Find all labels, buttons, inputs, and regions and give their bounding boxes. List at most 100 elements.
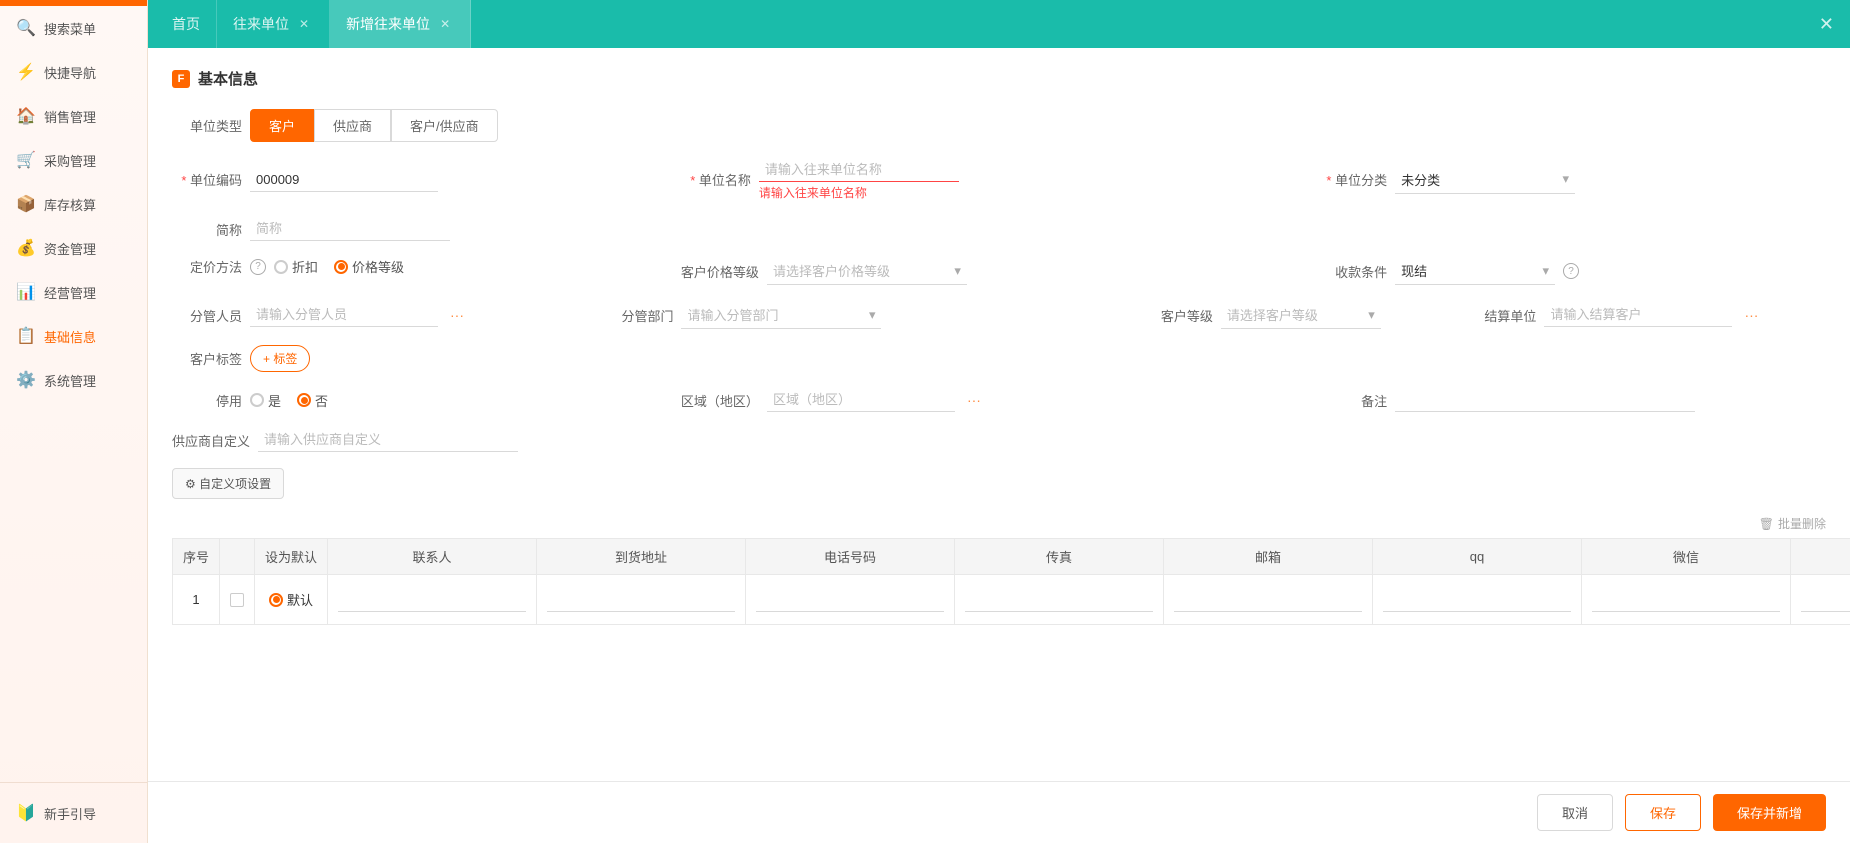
unit-type-label: 单位类型 bbox=[172, 116, 242, 135]
tab-new-partner-close[interactable]: ✕ bbox=[436, 15, 454, 33]
region-more-btn[interactable]: ··· bbox=[963, 392, 985, 408]
custom-settings-button[interactable]: ⚙ 自定义项设置 bbox=[172, 468, 284, 499]
code-name-category-row: 单位编码 单位名称 请输入往来单位名称 单位分类 未分类 ▾ bbox=[172, 158, 1826, 201]
sidebar-item-sales[interactable]: 🏠 销售管理 bbox=[0, 94, 147, 138]
save-new-button[interactable]: 保存并新增 bbox=[1713, 794, 1826, 831]
wechat-input[interactable] bbox=[1592, 588, 1780, 612]
sidebar-item-label: 快捷导航 bbox=[44, 63, 96, 82]
row-email[interactable] bbox=[1164, 575, 1373, 625]
sidebar-item-system[interactable]: ⚙️ 系统管理 bbox=[0, 358, 147, 402]
cancel-button[interactable]: 取消 bbox=[1537, 794, 1613, 831]
customer-tags-label: 客户标签 bbox=[172, 349, 242, 368]
pricing-level-option[interactable]: 价格等级 bbox=[334, 257, 404, 276]
row-wechat[interactable] bbox=[1582, 575, 1791, 625]
payment-terms-select[interactable]: 现结 ▾ bbox=[1395, 257, 1555, 285]
row-default-radio[interactable] bbox=[269, 593, 283, 607]
disabled-no-radio[interactable] bbox=[297, 393, 311, 407]
sidebar-item-purchase[interactable]: 🛒 采购管理 bbox=[0, 138, 147, 182]
pricing-row: 定价方法 ? 折扣 价格等级 客户价格等级 请选择客户价格等级 bbox=[172, 257, 1826, 285]
department-select[interactable]: 请输入分管部门 ▾ bbox=[681, 301, 881, 329]
unit-code-input[interactable] bbox=[250, 168, 438, 192]
row-address[interactable] bbox=[537, 575, 746, 625]
tab-partners-close[interactable]: ✕ bbox=[295, 15, 313, 33]
row-checkbox-cell[interactable] bbox=[220, 575, 255, 625]
abbreviation-input[interactable] bbox=[250, 217, 450, 241]
customer-price-level-label: 客户价格等级 bbox=[681, 262, 759, 281]
contact-input[interactable] bbox=[338, 588, 526, 612]
customer-level-label: 客户等级 bbox=[1143, 306, 1213, 325]
qq-input[interactable] bbox=[1383, 588, 1571, 612]
manager-more-btn[interactable]: ··· bbox=[446, 307, 468, 323]
customer-price-level-placeholder: 请选择客户价格等级 bbox=[773, 261, 890, 280]
sidebar-item-search[interactable]: 🔍 搜索菜单 bbox=[0, 6, 147, 50]
col-address: 到货地址 bbox=[537, 539, 746, 575]
bottom-bar: 取消 保存 保存并新增 bbox=[148, 781, 1850, 843]
manager-input[interactable] bbox=[250, 303, 438, 327]
customer-price-level-select[interactable]: 请选择客户价格等级 ▾ bbox=[767, 257, 967, 285]
unit-btn-both[interactable]: 客户/供应商 bbox=[391, 109, 498, 142]
settlement-unit-input[interactable] bbox=[1544, 303, 1732, 327]
notes-input[interactable] bbox=[1395, 388, 1695, 412]
unit-category-chevron: ▾ bbox=[1563, 171, 1570, 187]
region-group: 区域（地区） ··· bbox=[681, 388, 1317, 412]
row-fax[interactable] bbox=[955, 575, 1164, 625]
tab-home[interactable]: 首页 bbox=[156, 0, 217, 48]
notes-group: 备注 bbox=[1317, 388, 1826, 412]
phone-input[interactable] bbox=[756, 588, 944, 612]
payment-terms-help-icon[interactable]: ? bbox=[1563, 263, 1579, 279]
pricing-help-icon[interactable]: ? bbox=[250, 259, 266, 275]
customer-tags-group: 客户标签 + 标签 bbox=[172, 345, 1826, 372]
add-tag-button[interactable]: + 标签 bbox=[250, 345, 310, 372]
row-region-input[interactable] bbox=[1801, 588, 1850, 612]
batch-delete-label: 批量删除 bbox=[1778, 515, 1826, 532]
pricing-radio-group: 折扣 价格等级 bbox=[274, 257, 404, 276]
row-contact[interactable] bbox=[328, 575, 537, 625]
pricing-discount-radio[interactable] bbox=[274, 260, 288, 274]
disabled-yes-radio[interactable] bbox=[250, 393, 264, 407]
pricing-discount-option[interactable]: 折扣 bbox=[274, 257, 318, 276]
unit-btn-supplier[interactable]: 供应商 bbox=[314, 109, 391, 142]
settlement-unit-more-btn[interactable]: ··· bbox=[1740, 307, 1762, 323]
customer-tags-row: 客户标签 + 标签 bbox=[172, 345, 1826, 372]
window-close-button[interactable]: ✕ bbox=[1811, 14, 1842, 35]
tab-new-partner[interactable]: 新增往来单位 ✕ bbox=[330, 0, 471, 48]
sidebar-item-operations[interactable]: 📊 经营管理 bbox=[0, 270, 147, 314]
settlement-unit-group: 结算单位 ··· bbox=[1466, 303, 1826, 327]
disabled-no-option[interactable]: 否 bbox=[297, 391, 328, 410]
sidebar-item-inventory[interactable]: 📦 库存核算 bbox=[0, 182, 147, 226]
unit-type-buttons: 客户 供应商 客户/供应商 bbox=[250, 109, 498, 142]
batch-delete-icon: 🗑 bbox=[1759, 517, 1774, 531]
save-button[interactable]: 保存 bbox=[1625, 794, 1701, 831]
disabled-yes-option[interactable]: 是 bbox=[250, 391, 281, 410]
row-checkbox[interactable] bbox=[230, 593, 244, 607]
disabled-radio-group: 是 否 bbox=[250, 391, 328, 410]
unit-category-value: 未分类 bbox=[1401, 170, 1440, 189]
sidebar-item-guide[interactable]: 🔰 新手引导 bbox=[0, 791, 147, 835]
tab-partners[interactable]: 往来单位 ✕ bbox=[217, 0, 330, 48]
col-qq: qq bbox=[1373, 539, 1582, 575]
sidebar-item-quick-nav[interactable]: ⚡ 快捷导航 bbox=[0, 50, 147, 94]
email-input[interactable] bbox=[1174, 588, 1362, 612]
sidebar-item-label: 库存核算 bbox=[44, 195, 96, 214]
finance-icon: 💰 bbox=[16, 238, 36, 258]
col-region: 所在地区 bbox=[1791, 539, 1850, 575]
row-region[interactable] bbox=[1791, 575, 1850, 625]
pricing-level-radio[interactable] bbox=[334, 260, 348, 274]
fax-input[interactable] bbox=[965, 588, 1153, 612]
customer-level-select[interactable]: 请选择客户等级 ▾ bbox=[1221, 301, 1381, 329]
sidebar-item-label: 经营管理 bbox=[44, 283, 96, 302]
batch-delete-button[interactable]: 🗑 批量删除 bbox=[1759, 515, 1826, 532]
unit-btn-customer[interactable]: 客户 bbox=[250, 109, 314, 142]
abbreviation-group: 简称 bbox=[172, 217, 1826, 241]
unit-name-group: 单位名称 请输入往来单位名称 bbox=[681, 158, 1317, 201]
region-input[interactable] bbox=[767, 388, 955, 412]
row-phone[interactable] bbox=[746, 575, 955, 625]
unit-name-input[interactable] bbox=[759, 158, 959, 182]
col-wechat: 微信 bbox=[1582, 539, 1791, 575]
row-qq[interactable] bbox=[1373, 575, 1582, 625]
sidebar-item-basic-info[interactable]: 📋 基础信息 bbox=[0, 314, 147, 358]
sidebar-item-finance[interactable]: 💰 资金管理 bbox=[0, 226, 147, 270]
unit-category-select[interactable]: 未分类 ▾ bbox=[1395, 166, 1575, 194]
supplier-custom-input[interactable] bbox=[258, 428, 518, 452]
address-input[interactable] bbox=[547, 588, 735, 612]
